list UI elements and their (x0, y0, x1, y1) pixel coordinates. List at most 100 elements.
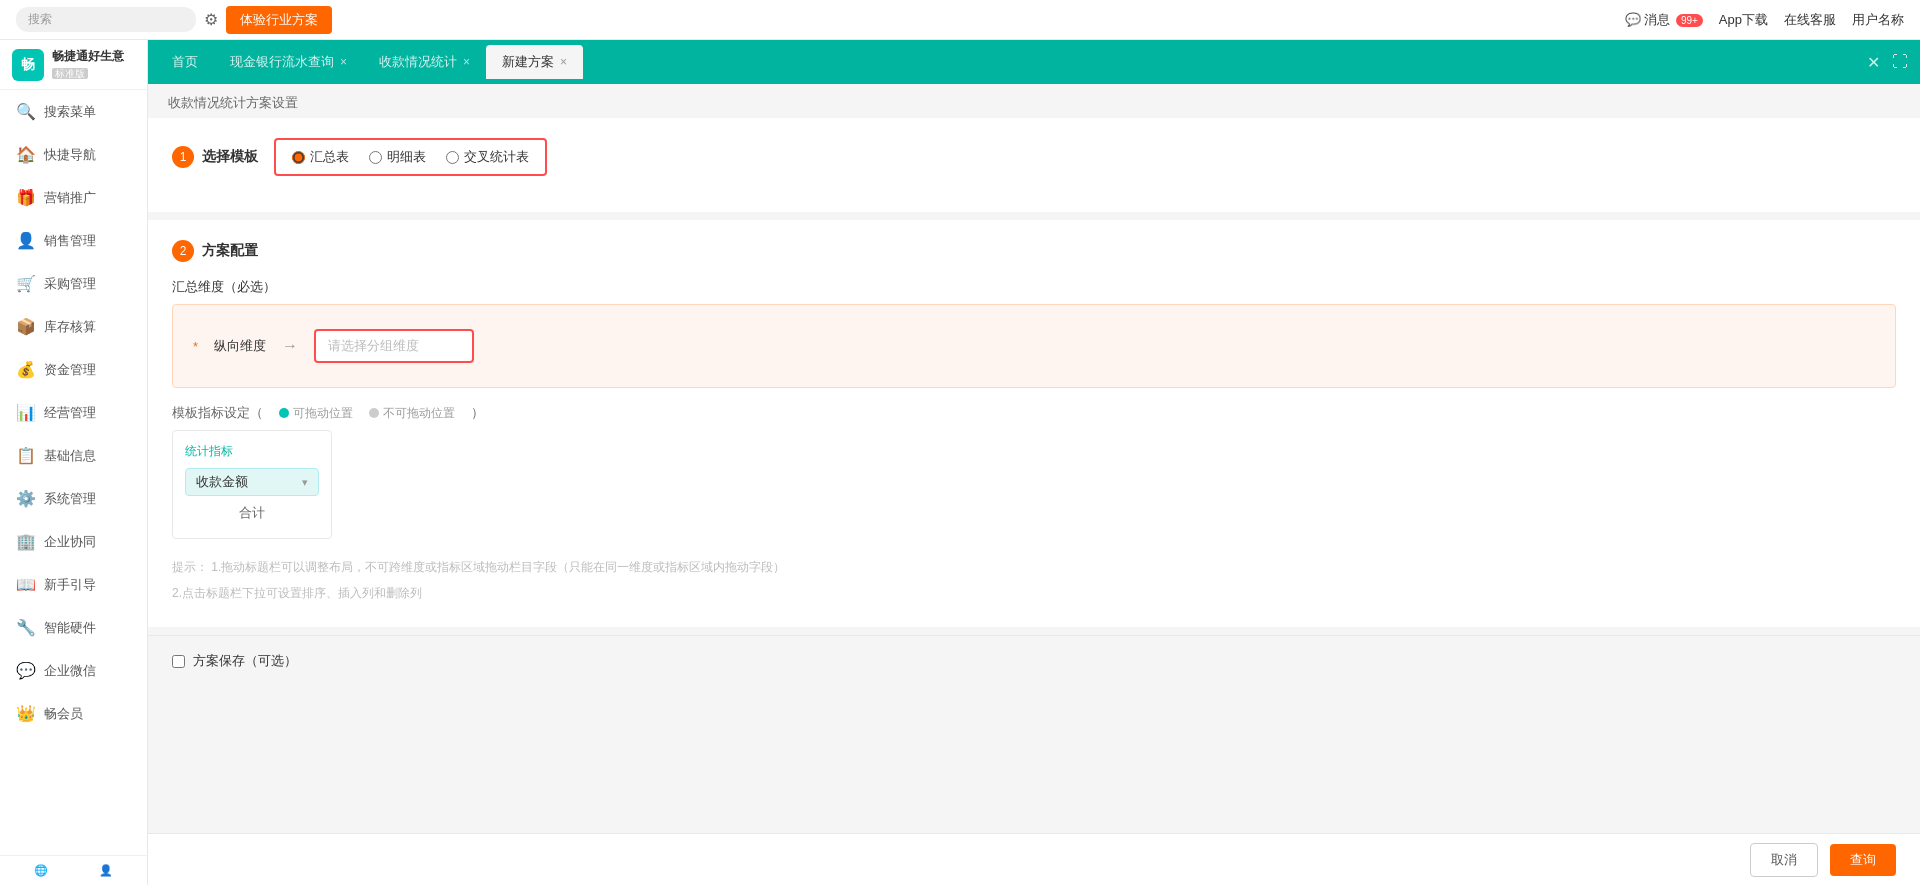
sidebar-item-guide[interactable]: 📖 新手引导 (0, 563, 147, 606)
tab-collection-stats[interactable]: 收款情况统计 × (363, 45, 486, 79)
indicators-section: 模板指标设定（ 可拖动位置 不可拖动位置 ） 统计指标 (172, 404, 1896, 539)
page-title: 收款情况统计方案设置 (168, 95, 298, 110)
sidebar-item-finance[interactable]: 💰 资金管理 (0, 348, 147, 391)
radio-detail[interactable]: 明细表 (369, 148, 426, 166)
dimension-placeholder: 请选择分组维度 (328, 338, 419, 353)
tab-bank-flow[interactable]: 现金银行流水查询 × (214, 45, 363, 79)
sidebar-bottom: 🌐 👤 (0, 855, 147, 885)
sidebar-item-inventory[interactable]: 📦 库存核算 (0, 305, 147, 348)
indicators-header-row: 模板指标设定（ 可拖动位置 不可拖动位置 ） (172, 404, 1896, 422)
sidebar-item-sales[interactable]: 👤 销售管理 (0, 219, 147, 262)
sidebar-bottom-icon-2: 👤 (99, 864, 113, 877)
stats-section-label: 统计指标 (185, 443, 319, 460)
dimension-config-area: * 纵向维度 → 请选择分组维度 (172, 304, 1896, 388)
purchase-icon: 🛒 (16, 274, 36, 293)
sidebar-item-search-menu[interactable]: 🔍 搜索菜单 (0, 90, 147, 133)
sidebar: 畅 畅捷通好生意 标准版 🔍 搜索菜单 🏠 快捷导航 🎁 营销推广 👤 销售管理 (0, 40, 148, 885)
tab-bank-flow-close[interactable]: × (340, 55, 347, 69)
message-item[interactable]: 💬 消息 99+ (1625, 11, 1703, 29)
user-name[interactable]: 用户名称 (1852, 11, 1904, 29)
header-right: 💬 消息 99+ App下载 在线客服 用户名称 (1625, 11, 1904, 29)
stats-tag-amount[interactable]: 收款金额 ▾ (185, 468, 319, 496)
sidebar-item-purchase[interactable]: 🛒 采购管理 (0, 262, 147, 305)
step2-row: 2 方案配置 (172, 240, 1896, 262)
tab-collection-stats-label: 收款情况统计 (379, 53, 457, 71)
movable-toggle-label: 可拖动位置 (279, 405, 353, 422)
finance-icon: 💰 (16, 360, 36, 379)
radio-summary[interactable]: 汇总表 (292, 148, 349, 166)
trial-industry-button[interactable]: 体验行业方案 (226, 6, 332, 34)
footer-actions: 取消 查询 (148, 833, 1920, 885)
online-service-link[interactable]: 在线客服 (1784, 11, 1836, 29)
tabbar-actions: ✕ ⛶ (1863, 49, 1920, 76)
fixed-dot (369, 408, 379, 418)
tab-bank-flow-label: 现金银行流水查询 (230, 53, 334, 71)
summary-dimension-title: 汇总维度（必选） (172, 278, 1896, 296)
app-download-link[interactable]: App下载 (1719, 11, 1768, 29)
sidebar-item-enterprise[interactable]: 🏢 企业协同 (0, 520, 147, 563)
sidebar-label-operation: 经营管理 (44, 404, 96, 422)
radio-summary-label: 汇总表 (310, 148, 349, 166)
tab-new-plan[interactable]: 新建方案 × (486, 45, 583, 79)
sidebar-label-enterprise: 企业协同 (44, 533, 96, 551)
save-plan-checkbox[interactable] (172, 655, 185, 668)
message-badge: 99+ (1676, 14, 1703, 27)
sidebar-item-operation[interactable]: 📊 经营管理 (0, 391, 147, 434)
tabbar: 首页 现金银行流水查询 × 收款情况统计 × 新建方案 × ✕ ⛶ (148, 40, 1920, 84)
header-search-box[interactable]: 搜索 (16, 7, 196, 32)
chevron-down-icon: ▾ (302, 476, 308, 489)
basic-info-icon: 📋 (16, 446, 36, 465)
hint-area: 提示： 1.拖动标题栏可以调整布局，不可跨维度或指标区域拖动栏目字段（只能在同一… (172, 555, 1896, 605)
sidebar-item-system[interactable]: ⚙️ 系统管理 (0, 477, 147, 520)
sidebar-item-quick-nav[interactable]: 🏠 快捷导航 (0, 133, 147, 176)
fixed-toggle-label: 不可拖动位置 (369, 405, 455, 422)
sidebar-bottom-item-2[interactable]: 👤 (99, 864, 113, 877)
guide-icon: 📖 (16, 575, 36, 594)
stats-total-row: 合计 (185, 500, 319, 526)
sidebar-label-system: 系统管理 (44, 490, 96, 508)
step2-label: 方案配置 (202, 242, 258, 260)
logo-icon: 畅 (12, 49, 44, 81)
enterprise-icon: 🏢 (16, 532, 36, 551)
radio-crosstab-input[interactable] (446, 151, 459, 164)
logo-text: 畅捷通好生意 标准版 (52, 48, 124, 81)
hint-line-2: 2.点击标题栏下拉可设置排序、插入列和删除列 (172, 581, 1896, 605)
radio-crosstab-label: 交叉统计表 (464, 148, 529, 166)
page-title-bar: 收款情况统计方案设置 (148, 84, 1920, 118)
radio-detail-input[interactable] (369, 151, 382, 164)
sidebar-item-member[interactable]: 👑 畅会员 (0, 692, 147, 735)
indicators-title: 模板指标设定（ (172, 404, 263, 422)
sidebar-label-hardware: 智能硬件 (44, 619, 96, 637)
step1-label: 选择模板 (202, 148, 258, 166)
sidebar-item-basic-info[interactable]: 📋 基础信息 (0, 434, 147, 477)
save-plan-label: 方案保存（可选） (193, 652, 297, 670)
tab-new-plan-label: 新建方案 (502, 53, 554, 71)
tab-close-all-button[interactable]: ✕ (1863, 49, 1884, 76)
wechat-icon: 💬 (16, 661, 36, 680)
settings-icon[interactable]: ⚙ (204, 10, 218, 29)
radio-crosstab[interactable]: 交叉统计表 (446, 148, 529, 166)
tab-home[interactable]: 首页 (156, 45, 214, 79)
sidebar-label-marketing: 营销推广 (44, 189, 96, 207)
sidebar-item-wechat[interactable]: 💬 企业微信 (0, 649, 147, 692)
step2-card: 2 方案配置 汇总维度（必选） * 纵向维度 → 请选择分组维度 模板指标设定（ (148, 220, 1920, 627)
stats-tag-label: 收款金额 (196, 473, 248, 491)
cancel-button[interactable]: 取消 (1750, 843, 1818, 877)
sidebar-label-purchase: 采购管理 (44, 275, 96, 293)
sidebar-menu: 🔍 搜索菜单 🏠 快捷导航 🎁 营销推广 👤 销售管理 🛒 采购管理 📦 (0, 90, 147, 855)
radio-summary-input[interactable] (292, 151, 305, 164)
dimension-select[interactable]: 请选择分组维度 (314, 329, 474, 363)
tab-new-plan-close[interactable]: × (560, 55, 567, 69)
sidebar-bottom-item-1[interactable]: 🌐 (34, 864, 48, 877)
marketing-icon: 🎁 (16, 188, 36, 207)
main-area: 首页 现金银行流水查询 × 收款情况统计 × 新建方案 × ✕ ⛶ 收 (148, 40, 1920, 885)
sidebar-item-hardware[interactable]: 🔧 智能硬件 (0, 606, 147, 649)
top-header: 搜索 ⚙ 体验行业方案 💬 消息 99+ App下载 在线客服 用户名称 (0, 0, 1920, 40)
query-button[interactable]: 查询 (1830, 844, 1896, 876)
movable-dot (279, 408, 289, 418)
template-radio-group: 汇总表 明细表 交叉统计表 (292, 148, 529, 166)
tab-collection-stats-close[interactable]: × (463, 55, 470, 69)
sidebar-label-search-menu: 搜索菜单 (44, 103, 96, 121)
tab-expand-button[interactable]: ⛶ (1888, 49, 1912, 76)
sidebar-item-marketing[interactable]: 🎁 营销推广 (0, 176, 147, 219)
